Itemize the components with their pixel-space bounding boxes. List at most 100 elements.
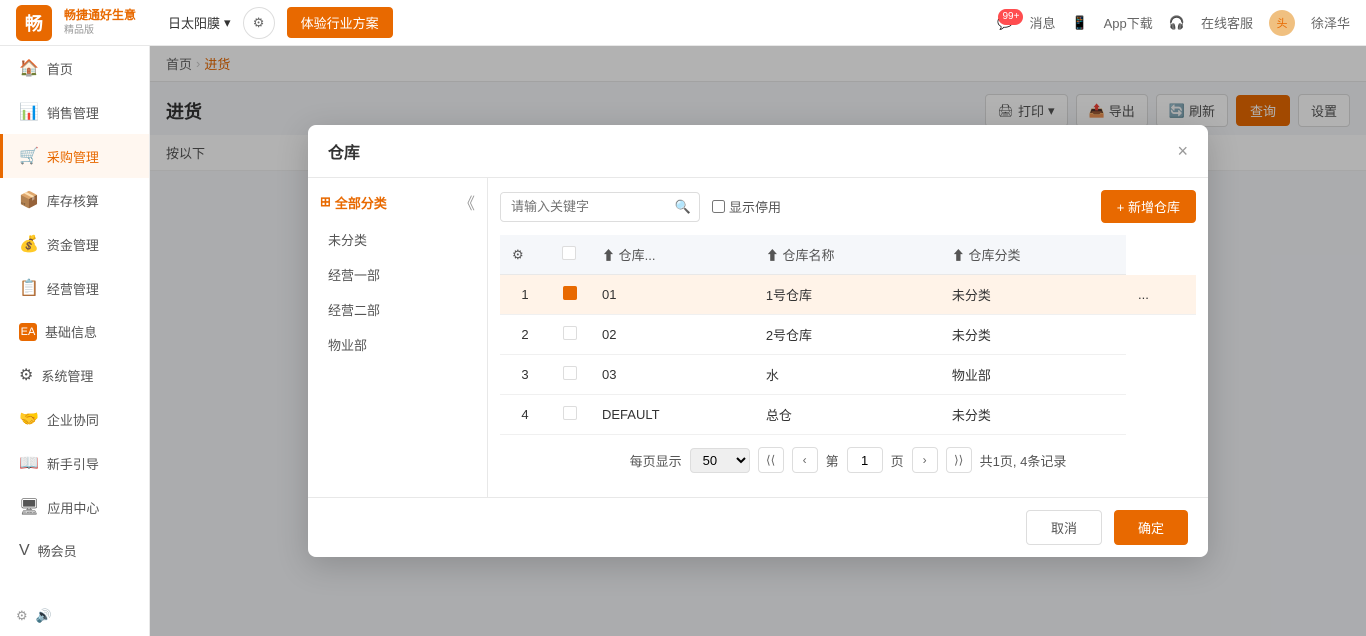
search-icon[interactable]: 🔍 — [667, 193, 699, 221]
sidebar-item-sales[interactable]: 📊 销售管理 — [0, 90, 149, 134]
inventory-icon: 📦 — [19, 190, 39, 210]
store-selector[interactable]: 日太阳膜 ▾ — [168, 13, 231, 32]
gear-icon[interactable]: ⚙ — [512, 247, 524, 262]
row-checkbox-cell[interactable] — [550, 395, 590, 435]
settings-bottom-icon[interactable]: ⚙ — [16, 608, 28, 624]
customer-service-label[interactable]: 在线客服 — [1201, 13, 1253, 32]
sidebar-item-guide[interactable]: 📖 新手引导 — [0, 441, 149, 485]
col-header-check — [550, 235, 590, 275]
last-page-btn[interactable]: ⟩⟩ — [946, 447, 972, 473]
sidebar-item-cooperation[interactable]: 🤝 企业协同 — [0, 397, 149, 441]
col-header-code: ⬆ 仓库... — [590, 235, 754, 275]
speaker-icon[interactable]: 🔊 — [36, 608, 52, 624]
row-category: 未分类 — [940, 395, 1126, 435]
col-header-name: ⬆ 仓库名称 — [754, 235, 940, 275]
pagination: 每页显示 50 100 200 ⟨⟨ ‹ 第 页 › — [500, 435, 1196, 485]
table-row[interactable]: 3 03 水 物业部 — [500, 355, 1196, 395]
tree-item-property[interactable]: 物业部 — [308, 327, 487, 362]
sidebar-bottom: ⚙ 🔊 — [0, 596, 149, 636]
row-code: 02 — [590, 315, 754, 355]
table-row[interactable]: 2 02 2号仓库 未分类 — [500, 315, 1196, 355]
header-checkbox[interactable] — [562, 246, 576, 260]
tree-collapse-btn[interactable]: 《 — [459, 190, 475, 214]
settings-icon-btn[interactable]: ⚙ — [243, 7, 275, 39]
cancel-button[interactable]: 取消 — [1026, 510, 1102, 545]
row-checkbox[interactable] — [563, 366, 577, 380]
table-header-row: ⚙ ⬆ 仓库... — [500, 235, 1196, 275]
sidebar-item-inventory[interactable]: 📦 库存核算 — [0, 178, 149, 222]
row-checkbox-cell[interactable] — [550, 315, 590, 355]
row-checkbox-cell[interactable] — [550, 355, 590, 395]
col-header-gear: ⚙ — [500, 235, 550, 275]
row-more-btn[interactable]: ... — [1126, 275, 1196, 315]
table-row[interactable]: 1 01 1号仓库 未分类 ... — [500, 275, 1196, 315]
row-name: 2号仓库 — [754, 315, 940, 355]
tree-item-uncategorized[interactable]: 未分类 — [308, 222, 487, 257]
sidebar: 🏠 首页 📊 销售管理 🛒 采购管理 📦 库存核算 💰 资金管理 📋 经营管理 … — [0, 46, 150, 636]
app-download-label[interactable]: App下载 — [1104, 13, 1153, 32]
first-page-btn[interactable]: ⟨⟨ — [758, 447, 784, 473]
row-num: 3 — [500, 355, 550, 395]
row-checkbox[interactable] — [563, 286, 577, 300]
main-content: 首页 › 进货 进货 🖨 打印 ▾ 📤 导出 🔄 刷新 — [150, 46, 1366, 636]
search-wrap: 🔍 — [500, 192, 700, 222]
modal-close-button[interactable]: × — [1177, 141, 1188, 162]
sidebar-label-sales: 销售管理 — [47, 103, 99, 122]
next-page-btn[interactable]: › — [912, 447, 938, 473]
guide-icon: 📖 — [19, 453, 39, 473]
app-download-icon: 📱 — [1071, 15, 1087, 31]
row-checkbox-cell[interactable] — [550, 275, 590, 315]
tree-root[interactable]: ⊞ 全部分类 — [320, 193, 387, 212]
row-category: 未分类 — [940, 275, 1126, 315]
search-input[interactable] — [501, 193, 667, 220]
sidebar-label-guide: 新手引导 — [47, 454, 99, 473]
tree-item-dept2[interactable]: 经营二部 — [308, 292, 487, 327]
sidebar-label-cooperation: 企业协同 — [47, 410, 99, 429]
system-icon: ⚙ — [19, 365, 33, 385]
sidebar-label-basic-info: 基础信息 — [45, 322, 97, 341]
confirm-button[interactable]: 确定 — [1114, 510, 1188, 545]
cooperation-icon: 🤝 — [19, 409, 39, 429]
show-disabled-checkbox[interactable] — [712, 200, 725, 213]
tree-item-dept1[interactable]: 经营一部 — [308, 257, 487, 292]
row-name: 水 — [754, 355, 940, 395]
table-row[interactable]: 4 DEFAULT 总仓 未分类 — [500, 395, 1196, 435]
row-category: 物业部 — [940, 355, 1126, 395]
sidebar-item-operations[interactable]: 📋 经营管理 — [0, 266, 149, 310]
sidebar-item-member[interactable]: V 畅会员 — [0, 529, 149, 572]
basic-info-icon: EA — [19, 323, 37, 341]
col-header-category: ⬆ 仓库分类 — [940, 235, 1126, 275]
sidebar-item-basic-info[interactable]: EA 基础信息 — [0, 310, 149, 353]
app-center-icon: 🖥 — [19, 497, 39, 517]
add-warehouse-button[interactable]: + 新增仓库 — [1101, 190, 1196, 223]
sidebar-item-purchase[interactable]: 🛒 采购管理 — [0, 134, 149, 178]
message-btn[interactable]: 💬 99+ — [997, 15, 1013, 31]
trial-button[interactable]: 体验行业方案 — [287, 7, 393, 38]
row-code: 03 — [590, 355, 754, 395]
dropdown-icon: ▾ — [224, 15, 231, 31]
sidebar-label-app-center: 应用中心 — [47, 498, 99, 517]
show-disabled-toggle[interactable]: 显示停用 — [712, 197, 781, 216]
sidebar-item-finance[interactable]: 💰 资金管理 — [0, 222, 149, 266]
row-checkbox[interactable] — [563, 326, 577, 340]
page-label-2: 页 — [891, 451, 904, 470]
row-category: 未分类 — [940, 315, 1126, 355]
per-page-select[interactable]: 50 100 200 — [690, 448, 750, 473]
sidebar-label-member: 畅会员 — [38, 541, 77, 560]
prev-page-btn[interactable]: ‹ — [792, 447, 818, 473]
per-page-label: 每页显示 — [630, 451, 682, 470]
user-name[interactable]: 徐泽华 — [1311, 13, 1350, 32]
content-toolbar: 🔍 显示停用 + 新增仓库 — [500, 190, 1196, 223]
page-number-input[interactable] — [847, 447, 883, 473]
sidebar-item-app-center[interactable]: 🖥 应用中心 — [0, 485, 149, 529]
row-name: 总仓 — [754, 395, 940, 435]
home-icon: 🏠 — [19, 58, 39, 78]
table-body: 1 01 1号仓库 未分类 ... 2 02 2号仓库 未分类 3 03 水 物… — [500, 275, 1196, 435]
row-checkbox[interactable] — [563, 406, 577, 420]
table-head: ⚙ ⬆ 仓库... — [500, 235, 1196, 275]
sidebar-item-home[interactable]: 🏠 首页 — [0, 46, 149, 90]
sidebar-label-inventory: 库存核算 — [47, 191, 99, 210]
modal-header: 仓库 × — [308, 125, 1208, 178]
sidebar-item-system[interactable]: ⚙ 系统管理 — [0, 353, 149, 397]
brand-logo: 畅 — [16, 5, 52, 41]
